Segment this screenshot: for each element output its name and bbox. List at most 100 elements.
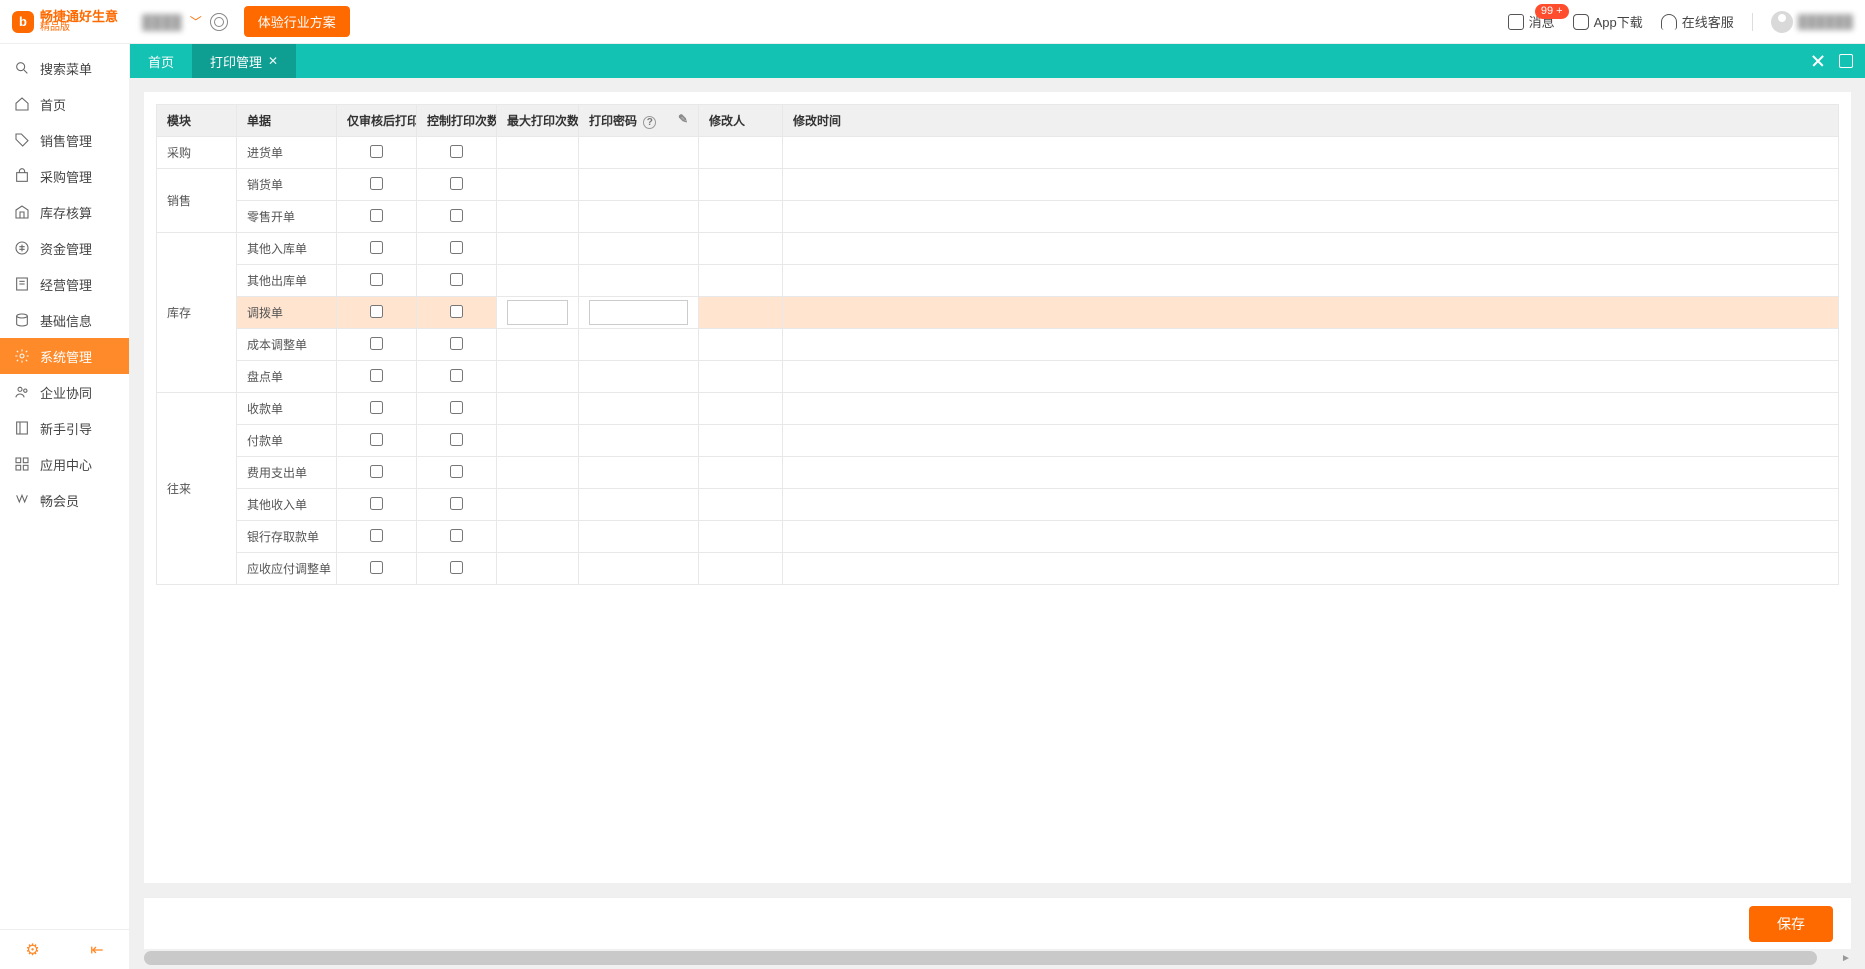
cell-doc: 零售开单 <box>237 201 337 233</box>
limit-checkbox[interactable] <box>450 561 463 574</box>
limit-checkbox[interactable] <box>450 145 463 158</box>
limit-checkbox[interactable] <box>450 241 463 254</box>
sidebar-item-search[interactable]: 搜索菜单 <box>0 50 129 86</box>
audit-checkbox[interactable] <box>370 273 383 286</box>
audit-checkbox[interactable] <box>370 241 383 254</box>
cell-modifier <box>699 457 783 489</box>
sidebar-item-guide[interactable]: 新手引导 <box>0 410 129 446</box>
limit-checkbox[interactable] <box>450 337 463 350</box>
audit-checkbox[interactable] <box>370 337 383 350</box>
audit-checkbox[interactable] <box>370 465 383 478</box>
table-row[interactable]: 费用支出单 <box>157 457 1839 489</box>
audit-checkbox[interactable] <box>370 433 383 446</box>
max-count-input[interactable] <box>507 300 568 325</box>
table-row[interactable]: 调拨单 <box>157 297 1839 329</box>
user-menu[interactable]: ██████ <box>1771 11 1853 33</box>
audit-checkbox[interactable] <box>370 401 383 414</box>
audit-checkbox[interactable] <box>370 369 383 382</box>
edit-icon[interactable]: ✎ <box>678 112 688 126</box>
limit-checkbox[interactable] <box>450 177 463 190</box>
cell-print-password <box>579 201 699 233</box>
table-row[interactable]: 采购进货单 <box>157 137 1839 169</box>
table-row[interactable]: 盘点单 <box>157 361 1839 393</box>
table-row[interactable]: 其他出库单 <box>157 265 1839 297</box>
table-row[interactable]: 销售销货单 <box>157 169 1839 201</box>
table-row[interactable]: 银行存取款单 <box>157 521 1839 553</box>
scrollbar-thumb[interactable] <box>144 951 1817 965</box>
sidebar-item-label: 采购管理 <box>40 167 92 186</box>
limit-checkbox[interactable] <box>450 529 463 542</box>
cell-audit-checkbox <box>337 169 417 201</box>
app-download-button[interactable]: App下载 <box>1573 12 1643 31</box>
sidebar-item-tag[interactable]: 销售管理 <box>0 122 129 158</box>
audit-checkbox[interactable] <box>370 529 383 542</box>
stock-icon <box>14 204 30 220</box>
company-selector[interactable]: ████ ﹀ <box>142 13 228 31</box>
gear-icon[interactable] <box>210 13 228 31</box>
fullscreen-icon[interactable] <box>1839 54 1853 68</box>
online-service-button[interactable]: 在线客服 <box>1661 12 1734 31</box>
limit-checkbox[interactable] <box>450 401 463 414</box>
cell-max-count <box>497 425 579 457</box>
sidebar-item-db[interactable]: 基础信息 <box>0 302 129 338</box>
sidebar-item-home[interactable]: 首页 <box>0 86 129 122</box>
tab-home[interactable]: 首页 <box>130 44 192 78</box>
limit-checkbox[interactable] <box>450 369 463 382</box>
cell-modifier <box>699 137 783 169</box>
cell-limit-checkbox <box>417 265 497 297</box>
limit-checkbox[interactable] <box>450 465 463 478</box>
limit-checkbox[interactable] <box>450 433 463 446</box>
sidebar-item-stock[interactable]: 库存核算 <box>0 194 129 230</box>
user-name: ██████ <box>1798 14 1853 29</box>
cell-audit-checkbox <box>337 137 417 169</box>
sidebar-item-vip[interactable]: 畅会员 <box>0 482 129 518</box>
collapse-icon[interactable]: ⇤ <box>90 940 103 960</box>
cell-doc: 销货单 <box>237 169 337 201</box>
settings-icon[interactable]: ⚙ <box>25 940 39 960</box>
table-row[interactable]: 零售开单 <box>157 201 1839 233</box>
sidebar-item-bag[interactable]: 采购管理 <box>0 158 129 194</box>
table-row[interactable]: 成本调整单 <box>157 329 1839 361</box>
audit-checkbox[interactable] <box>370 145 383 158</box>
audit-checkbox[interactable] <box>370 497 383 510</box>
audit-checkbox[interactable] <box>370 177 383 190</box>
industry-plan-button[interactable]: 体验行业方案 <box>244 6 350 37</box>
limit-checkbox[interactable] <box>450 209 463 222</box>
sidebar-item-report[interactable]: 经营管理 <box>0 266 129 302</box>
cell-modifier <box>699 393 783 425</box>
cell-doc: 其他收入单 <box>237 489 337 521</box>
audit-checkbox[interactable] <box>370 209 383 222</box>
tab-print-manage[interactable]: 打印管理 ✕ <box>192 44 296 78</box>
sidebar-item-team[interactable]: 企业协同 <box>0 374 129 410</box>
save-button[interactable]: 保存 <box>1749 906 1833 942</box>
limit-checkbox[interactable] <box>450 497 463 510</box>
table-row[interactable]: 其他收入单 <box>157 489 1839 521</box>
bag-icon <box>14 168 30 184</box>
col-modify-time: 修改时间 <box>783 105 1839 137</box>
sidebar-item-money[interactable]: 资金管理 <box>0 230 129 266</box>
limit-checkbox[interactable] <box>450 273 463 286</box>
audit-checkbox[interactable] <box>370 305 383 318</box>
table-row[interactable]: 付款单 <box>157 425 1839 457</box>
sidebar-item-apps[interactable]: 应用中心 <box>0 446 129 482</box>
cell-doc: 收款单 <box>237 393 337 425</box>
cell-doc: 其他入库单 <box>237 233 337 265</box>
table-row[interactable]: 库存其他入库单 <box>157 233 1839 265</box>
limit-checkbox[interactable] <box>450 305 463 318</box>
help-icon[interactable]: ? <box>643 116 656 129</box>
scroll-right-icon[interactable]: ► <box>1839 951 1853 965</box>
table-row[interactable]: 往来收款单 <box>157 393 1839 425</box>
close-all-tabs-icon[interactable] <box>1811 54 1825 68</box>
audit-checkbox[interactable] <box>370 561 383 574</box>
messages-badge: 99 + <box>1535 4 1569 19</box>
cell-doc: 其他出库单 <box>237 265 337 297</box>
horizontal-scrollbar[interactable]: ◄ ► <box>144 951 1851 965</box>
sidebar-item-label: 库存核算 <box>40 203 92 222</box>
close-icon[interactable]: ✕ <box>268 54 278 68</box>
cell-limit-checkbox <box>417 425 497 457</box>
table-row[interactable]: 应收应付调整单 <box>157 553 1839 585</box>
messages-button[interactable]: 消息 99 + <box>1508 12 1555 31</box>
sidebar-item-gear[interactable]: 系统管理 <box>0 338 129 374</box>
print-password-input[interactable] <box>589 300 688 325</box>
cell-max-count <box>497 233 579 265</box>
